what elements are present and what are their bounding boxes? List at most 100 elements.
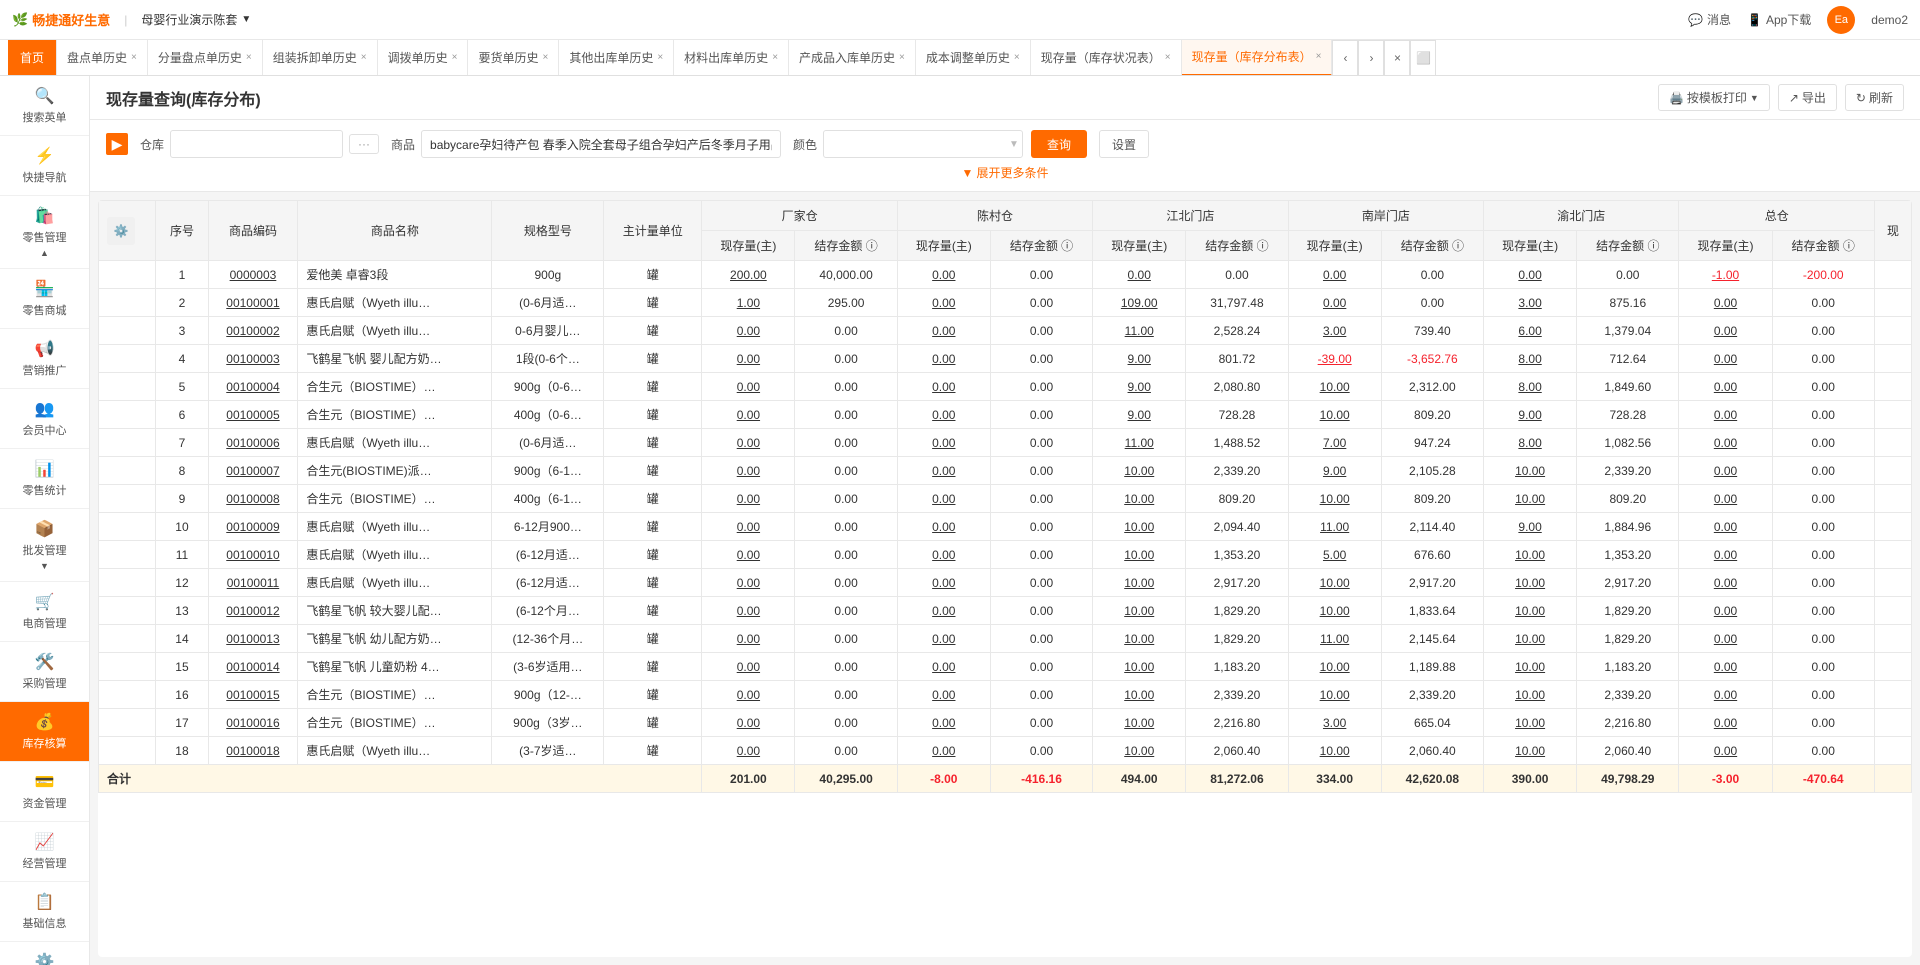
expand-more-button[interactable]: ▼ 展开更多条件	[962, 164, 1049, 181]
row-chenshi-stock[interactable]: 0.00	[897, 457, 990, 485]
row-jiangbei-stock[interactable]: 10.00	[1093, 513, 1186, 541]
row-chenshi-stock[interactable]: 0.00	[897, 541, 990, 569]
row-yubei-stock[interactable]: 9.00	[1484, 401, 1577, 429]
row-total-stock[interactable]: 0.00	[1679, 345, 1772, 373]
tab-cost-adjust[interactable]: 成本调整单历史 ×	[916, 40, 1031, 76]
row-jiangbei-stock[interactable]: 10.00	[1093, 681, 1186, 709]
row-nanan-stock[interactable]: 3.00	[1288, 709, 1381, 737]
row-factory-stock[interactable]: 0.00	[702, 513, 795, 541]
tab-stock-distribution[interactable]: 现存量（库存分布表） ×	[1182, 40, 1333, 76]
tab-expand-button[interactable]: ⬜	[1410, 40, 1436, 76]
row-code[interactable]: 00100002	[208, 317, 298, 345]
row-code[interactable]: 00100016	[208, 709, 298, 737]
row-chenshi-stock[interactable]: 0.00	[897, 569, 990, 597]
row-jiangbei-stock[interactable]: 11.00	[1093, 429, 1186, 457]
row-jiangbei-stock[interactable]: 11.00	[1093, 317, 1186, 345]
row-total-stock[interactable]: -1.00	[1679, 261, 1772, 289]
row-factory-stock[interactable]: 0.00	[702, 737, 795, 765]
row-jiangbei-stock[interactable]: 10.00	[1093, 737, 1186, 765]
row-yubei-stock[interactable]: 9.00	[1484, 513, 1577, 541]
sidebar-item-inventory[interactable]: 💰 库存核算	[0, 702, 89, 762]
row-total-stock[interactable]: 0.00	[1679, 289, 1772, 317]
row-code[interactable]: 00100009	[208, 513, 298, 541]
row-nanan-stock[interactable]: 10.00	[1288, 597, 1381, 625]
row-nanan-stock[interactable]: 7.00	[1288, 429, 1381, 457]
close-icon[interactable]: ×	[246, 52, 252, 63]
close-icon[interactable]: ×	[1316, 51, 1322, 62]
row-code[interactable]: 00100011	[208, 569, 298, 597]
row-nanan-stock[interactable]: 0.00	[1288, 261, 1381, 289]
tab-inventory-history[interactable]: 盘点单历史 ×	[57, 40, 148, 76]
row-code[interactable]: 00100006	[208, 429, 298, 457]
row-code[interactable]: 00100003	[208, 345, 298, 373]
row-jiangbei-stock[interactable]: 9.00	[1093, 373, 1186, 401]
row-code[interactable]: 00100015	[208, 681, 298, 709]
row-yubei-stock[interactable]: 8.00	[1484, 429, 1577, 457]
row-jiangbei-stock[interactable]: 10.00	[1093, 597, 1186, 625]
row-code[interactable]: 00100008	[208, 485, 298, 513]
row-factory-stock[interactable]: 0.00	[702, 681, 795, 709]
row-total-stock[interactable]: 0.00	[1679, 485, 1772, 513]
row-total-stock[interactable]: 0.00	[1679, 317, 1772, 345]
row-chenshi-stock[interactable]: 0.00	[897, 709, 990, 737]
row-yubei-stock[interactable]: 10.00	[1484, 709, 1577, 737]
row-jiangbei-stock[interactable]: 10.00	[1093, 457, 1186, 485]
app-download-button[interactable]: 📱 App下载	[1747, 11, 1811, 28]
close-icon[interactable]: ×	[772, 52, 778, 63]
setting-button[interactable]: 设置	[1099, 130, 1149, 158]
row-nanan-stock[interactable]: 11.00	[1288, 625, 1381, 653]
row-chenshi-stock[interactable]: 0.00	[897, 289, 990, 317]
row-nanan-stock[interactable]: 10.00	[1288, 373, 1381, 401]
row-jiangbei-stock[interactable]: 10.00	[1093, 709, 1186, 737]
row-jiangbei-stock[interactable]: 9.00	[1093, 345, 1186, 373]
row-jiangbei-stock[interactable]: 10.00	[1093, 653, 1186, 681]
row-code[interactable]: 00100013	[208, 625, 298, 653]
sidebar-item-basic-info[interactable]: 📋 基础信息	[0, 882, 89, 942]
tab-assembly-history[interactable]: 组装拆卸单历史 ×	[263, 40, 378, 76]
row-jiangbei-stock[interactable]: 10.00	[1093, 541, 1186, 569]
tab-quantity-history[interactable]: 分量盘点单历史 ×	[148, 40, 263, 76]
tab-production-inbound[interactable]: 产成品入库单历史 ×	[789, 40, 916, 76]
close-icon[interactable]: ×	[361, 52, 367, 63]
row-factory-stock[interactable]: 0.00	[702, 485, 795, 513]
row-total-stock[interactable]: 0.00	[1679, 653, 1772, 681]
row-yubei-stock[interactable]: 3.00	[1484, 289, 1577, 317]
sidebar-item-operations[interactable]: 📈 经营管理	[0, 822, 89, 882]
row-nanan-stock[interactable]: 10.00	[1288, 681, 1381, 709]
tab-home[interactable]: 首页	[8, 40, 57, 76]
row-yubei-stock[interactable]: 10.00	[1484, 541, 1577, 569]
row-chenshi-stock[interactable]: 0.00	[897, 345, 990, 373]
row-code[interactable]: 00100005	[208, 401, 298, 429]
row-factory-stock[interactable]: 0.00	[702, 401, 795, 429]
row-factory-stock[interactable]: 0.00	[702, 653, 795, 681]
row-total-stock[interactable]: 0.00	[1679, 541, 1772, 569]
row-nanan-stock[interactable]: 10.00	[1288, 653, 1381, 681]
row-nanan-stock[interactable]: 3.00	[1288, 317, 1381, 345]
row-nanan-stock[interactable]: -39.00	[1288, 345, 1381, 373]
row-chenshi-stock[interactable]: 0.00	[897, 737, 990, 765]
row-yubei-stock[interactable]: 10.00	[1484, 625, 1577, 653]
row-code[interactable]: 00100014	[208, 653, 298, 681]
export-button[interactable]: ↗ 导出	[1778, 84, 1837, 111]
gear-icon[interactable]: ⚙️	[107, 217, 135, 245]
sidebar-item-retail-mgmt[interactable]: 🛍️ 零售管理 ▲	[0, 196, 89, 269]
warehouse-input[interactable]	[170, 130, 343, 158]
row-factory-stock[interactable]: 0.00	[702, 345, 795, 373]
row-yubei-stock[interactable]: 8.00	[1484, 345, 1577, 373]
row-chenshi-stock[interactable]: 0.00	[897, 485, 990, 513]
sidebar-item-marketing[interactable]: 📢 营销推广	[0, 329, 89, 389]
row-chenshi-stock[interactable]: 0.00	[897, 401, 990, 429]
row-factory-stock[interactable]: 0.00	[702, 317, 795, 345]
row-factory-stock[interactable]: 0.00	[702, 373, 795, 401]
filter-toggle-arrow[interactable]: ▶	[106, 133, 128, 155]
row-total-stock[interactable]: 0.00	[1679, 569, 1772, 597]
tab-purchase-history[interactable]: 要货单历史 ×	[468, 40, 559, 76]
tab-transfer-history[interactable]: 调拨单历史 ×	[378, 40, 469, 76]
sidebar-item-search[interactable]: 🔍 搜索英单	[0, 76, 89, 136]
row-total-stock[interactable]: 0.00	[1679, 401, 1772, 429]
sidebar-item-retail-stats[interactable]: 📊 零售统计	[0, 449, 89, 509]
row-total-stock[interactable]: 0.00	[1679, 709, 1772, 737]
row-code[interactable]: 00100001	[208, 289, 298, 317]
row-jiangbei-stock[interactable]: 10.00	[1093, 485, 1186, 513]
message-button[interactable]: 💬 消息	[1688, 11, 1731, 28]
